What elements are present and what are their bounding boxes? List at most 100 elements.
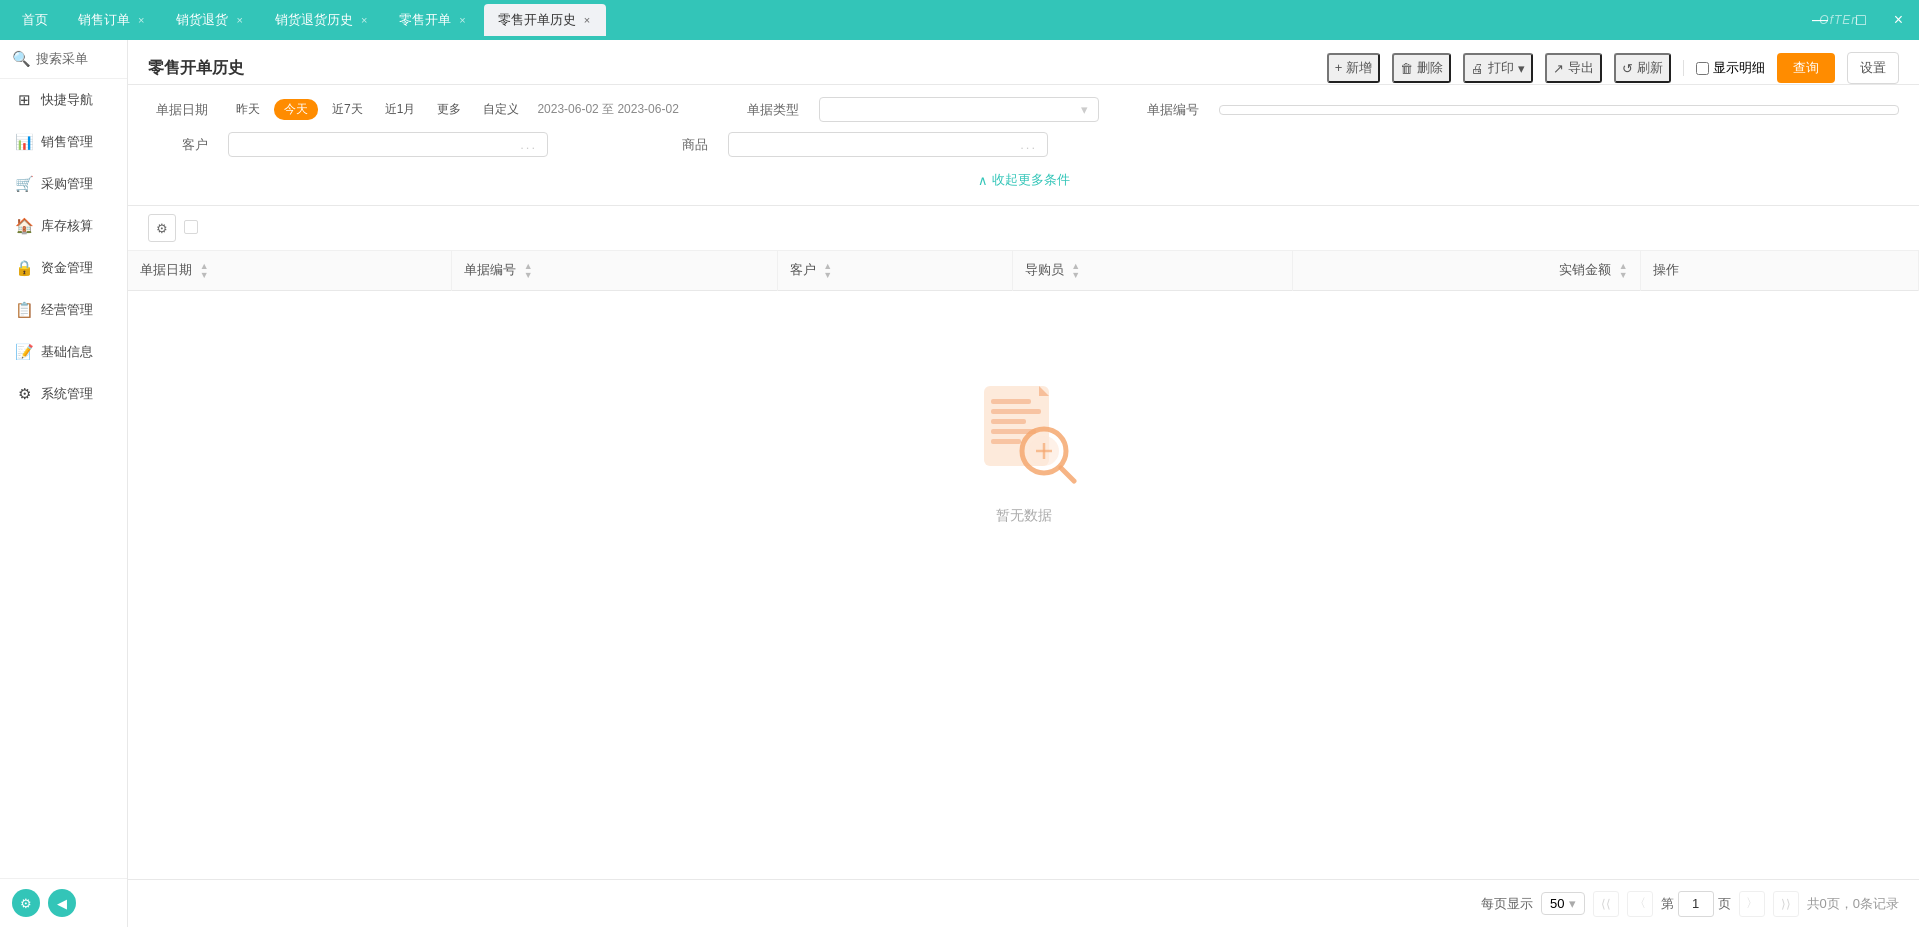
sidebar-item-quick-nav[interactable]: ⊞快捷导航 bbox=[0, 79, 127, 121]
sidebar-item-sales-mgmt[interactable]: 📊 销售管理 bbox=[0, 121, 127, 163]
col-customer-sort[interactable]: ▲▼ bbox=[823, 262, 832, 280]
print-icon: 🖨 bbox=[1471, 61, 1484, 76]
column-settings-btn[interactable]: ⚙ bbox=[148, 214, 176, 242]
page-number-input[interactable] bbox=[1678, 891, 1714, 917]
last-page-btn[interactable]: ⟩⟩ bbox=[1773, 891, 1799, 917]
basic-info-icon: 📝 bbox=[15, 343, 33, 361]
refresh-btn[interactable]: ↺ 刷新 bbox=[1614, 53, 1671, 83]
tab-label-home: 首页 bbox=[22, 11, 48, 29]
date-btn-1month[interactable]: 近1月 bbox=[377, 99, 424, 120]
per-page-select[interactable]: 50 ▾ bbox=[1541, 892, 1584, 915]
page-label: 第 bbox=[1661, 895, 1674, 913]
sales-mgmt-icon: 📊 bbox=[15, 133, 33, 151]
date-btn-today[interactable]: 今天 bbox=[274, 99, 318, 120]
goods-input[interactable]: ... bbox=[728, 132, 1048, 157]
number-input[interactable] bbox=[1219, 105, 1899, 115]
number-label: 单据编号 bbox=[1139, 101, 1199, 119]
goods-dots: ... bbox=[1020, 137, 1037, 152]
sidebar-item-inventory[interactable]: 🏠库存核算 bbox=[0, 205, 127, 247]
sidebar-item-basic-info[interactable]: 📝 基础信息 bbox=[0, 331, 127, 373]
tab-sales-return[interactable]: 销货退货 × bbox=[162, 4, 258, 36]
add-btn[interactable]: + 新增 bbox=[1327, 53, 1380, 83]
delete-btn[interactable]: 🗑 删除 bbox=[1392, 53, 1451, 83]
col-amount-sort[interactable]: ▲▼ bbox=[1619, 262, 1628, 280]
svg-rect-2 bbox=[991, 409, 1041, 414]
col-number: 单据编号 ▲▼ bbox=[452, 251, 777, 290]
sidebar-item-operations[interactable]: 📋经营管理 bbox=[0, 289, 127, 331]
date-btn-yesterday[interactable]: 昨天 bbox=[228, 99, 268, 120]
tab-sales-order[interactable]: 销售订单× bbox=[64, 4, 160, 36]
first-page-btn[interactable]: ⟨⟨ bbox=[1593, 891, 1619, 917]
select-all-checkbox-label[interactable] bbox=[184, 220, 198, 237]
tab-label-sales-return: 销货退货 bbox=[176, 11, 228, 29]
sidebar-label-purchase-mgmt: 采购管理 bbox=[41, 175, 93, 193]
customer-label: 客户 bbox=[148, 136, 208, 154]
print-btn[interactable]: 🖨 打印 ▾ bbox=[1463, 53, 1533, 83]
col-salesperson-sort[interactable]: ▲▼ bbox=[1071, 262, 1080, 280]
tab-retail-history[interactable]: 零售开单历史× bbox=[484, 4, 606, 36]
sidebar-label-basic-info: 基础信息 bbox=[41, 343, 93, 361]
type-select-arrow: ▾ bbox=[1081, 102, 1088, 117]
svg-line-9 bbox=[1061, 468, 1074, 481]
sidebar-footer: ⚙ ◀ bbox=[0, 878, 127, 927]
tab-retail-open[interactable]: 零售开单× bbox=[385, 4, 481, 36]
col-number-label: 单据编号 bbox=[464, 262, 516, 277]
date-label: 单据日期 bbox=[148, 101, 208, 119]
tab-home[interactable]: 首页 bbox=[8, 4, 62, 36]
setting-btn[interactable]: 设置 bbox=[1847, 52, 1899, 84]
sidebar-item-system[interactable]: ⚙系统管理 bbox=[0, 373, 127, 415]
col-customer-label: 客户 bbox=[790, 262, 816, 277]
page-unit-label: 页 bbox=[1718, 895, 1731, 913]
sidebar-item-finance[interactable]: 🔒 资金管理 bbox=[0, 247, 127, 289]
tab-close-retail-open[interactable]: × bbox=[457, 12, 467, 28]
select-all-checkbox[interactable] bbox=[184, 220, 198, 234]
export-btn[interactable]: ↗ 导出 bbox=[1545, 53, 1602, 83]
print-chevron-icon: ▾ bbox=[1518, 61, 1525, 76]
col-action-label: 操作 bbox=[1653, 262, 1679, 277]
date-btn-custom[interactable]: 自定义 bbox=[475, 99, 527, 120]
tab-close-sales-return[interactable]: × bbox=[234, 12, 244, 28]
sidebar-label-finance: 资金管理 bbox=[41, 259, 93, 277]
per-page-value: 50 bbox=[1550, 896, 1564, 911]
display-detail-toggle[interactable]: 显示明细 bbox=[1696, 59, 1765, 77]
collapse-more-label: 收起更多条件 bbox=[992, 171, 1070, 189]
col-date: 单据日期 ▲▼ bbox=[128, 251, 452, 290]
system-icon: ⚙ bbox=[15, 385, 33, 403]
sidebar-search[interactable]: 🔍 搜索采单 bbox=[0, 40, 127, 79]
tab-close-sales-order[interactable]: × bbox=[136, 12, 146, 28]
main-layout: 🔍 搜索采单 ⊞快捷导航 📊 销售管理 🛒采购管理🏠库存核算 🔒 资金管理 📋经营管理 📝 基础… bbox=[0, 40, 1919, 927]
sidebar-item-purchase-mgmt[interactable]: 🛒采购管理 bbox=[0, 163, 127, 205]
filter-row-2: 客户 ... 商品 ... bbox=[148, 132, 1899, 157]
per-page-label: 每页显示 bbox=[1481, 895, 1533, 913]
brand-label: OfTEn bbox=[1819, 13, 1859, 27]
sidebar-label-sales-mgmt: 销售管理 bbox=[41, 133, 93, 151]
window-maximize-btn[interactable]: × bbox=[1886, 7, 1911, 33]
date-btn-more[interactable]: 更多 bbox=[429, 99, 469, 120]
query-btn[interactable]: 查询 bbox=[1777, 53, 1835, 83]
filter-area: 单据日期 昨天 今天 近7天 近1月 更多 自定义 2023-06-02 至 2… bbox=[128, 85, 1919, 206]
sidebar-label-quick-nav: 快捷导航 bbox=[41, 91, 93, 109]
prev-page-btn[interactable]: 〈 bbox=[1627, 891, 1653, 917]
tab-close-sales-return-history[interactable]: × bbox=[359, 12, 369, 28]
table-head: 单据日期 ▲▼ 单据编号 ▲▼ 客户 ▲▼ bbox=[128, 251, 1919, 290]
col-number-sort[interactable]: ▲▼ bbox=[524, 262, 533, 280]
display-detail-checkbox[interactable] bbox=[1696, 62, 1709, 75]
next-page-btn[interactable]: 〉 bbox=[1739, 891, 1765, 917]
collapse-more-btn[interactable]: ∧ 收起更多条件 bbox=[148, 167, 1899, 193]
tab-sales-return-history[interactable]: 销货退货历史× bbox=[261, 4, 383, 36]
date-btn-7days[interactable]: 近7天 bbox=[324, 99, 371, 120]
type-select[interactable]: ▾ bbox=[819, 97, 1099, 122]
refresh-icon: ↺ bbox=[1622, 61, 1633, 76]
settings-footer-icon[interactable]: ⚙ bbox=[12, 889, 40, 917]
operations-icon: 📋 bbox=[15, 301, 33, 319]
col-date-sort[interactable]: ▲▼ bbox=[200, 262, 209, 280]
customer-input[interactable]: ... bbox=[228, 132, 548, 157]
finance-icon: 🔒 bbox=[15, 259, 33, 277]
collapse-sidebar-btn[interactable]: ◀ bbox=[48, 889, 76, 917]
per-page-arrow: ▾ bbox=[1569, 896, 1576, 911]
page-input-group: 第 页 bbox=[1661, 891, 1731, 917]
tab-close-retail-history[interactable]: × bbox=[582, 12, 592, 28]
col-action: 操作 bbox=[1640, 251, 1918, 290]
top-nav: 首页销售订单×销货退货×销货退货历史×零售开单×零售开单历史× OfTEn — … bbox=[0, 0, 1919, 40]
goods-label: 商品 bbox=[648, 136, 708, 154]
